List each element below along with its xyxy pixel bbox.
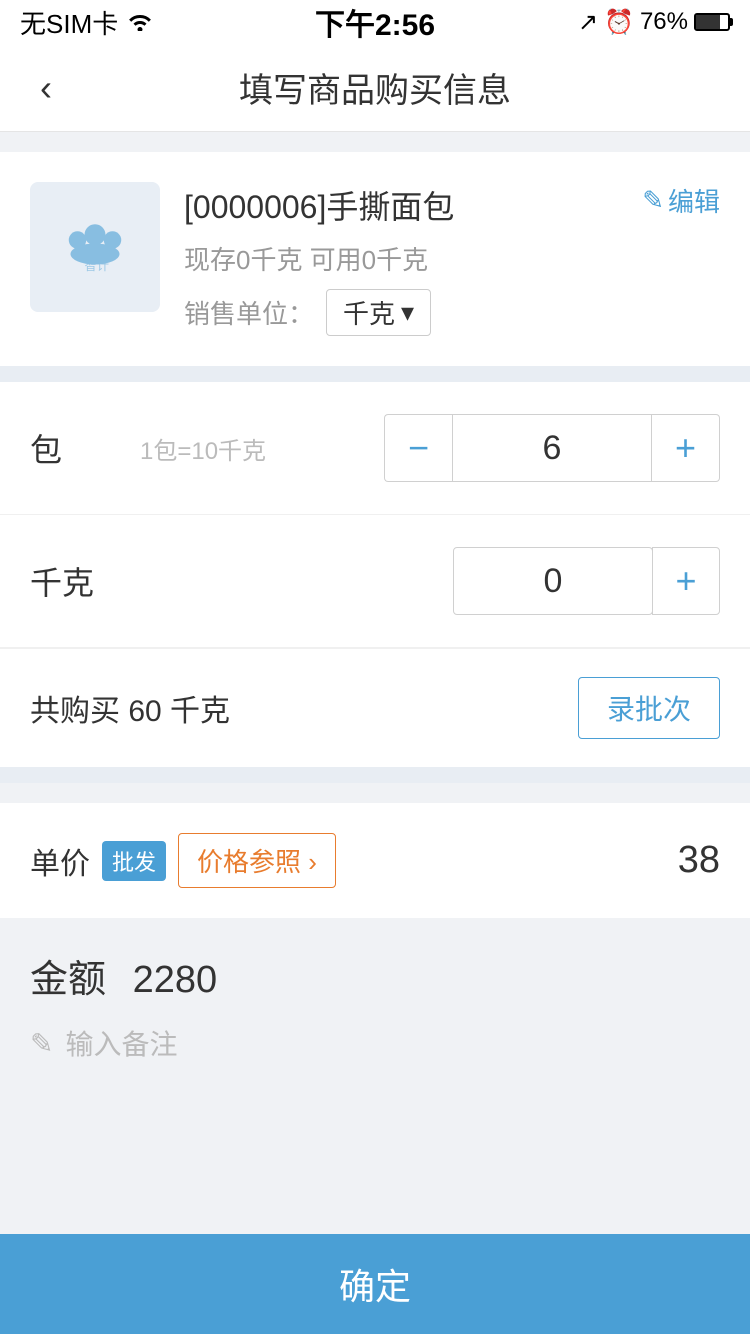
product-stock: 现存0千克 可用0千克	[184, 240, 720, 277]
separator-2	[0, 767, 750, 783]
package-input[interactable]	[452, 414, 652, 482]
package-row: 包 1包=10千克 − +	[0, 382, 750, 515]
kg-input[interactable]	[453, 547, 653, 615]
product-name: [0000006]手撕面包	[184, 182, 454, 228]
status-time: 下午2:56	[315, 0, 435, 44]
unit-value: 千克	[343, 294, 395, 331]
edit-label: 编辑	[668, 182, 720, 219]
price-label: 单价 批发 价格参照 ›	[30, 833, 336, 888]
package-controls: − +	[384, 414, 720, 482]
amount-row: 金额 2280	[30, 948, 720, 1003]
package-sublabel: 1包=10千克	[140, 431, 266, 466]
amount-value: 2280	[133, 959, 218, 1001]
status-right: ↗ ⏰ 76%	[578, 8, 730, 37]
kg-label: 千克	[30, 558, 130, 604]
unit-label: 销售单位：	[184, 294, 314, 331]
price-badge: 批发	[102, 841, 166, 881]
nav-bar: ‹ 填写商品购买信息	[0, 44, 750, 132]
package-section: 包 1包=10千克 − + 千克 + 共购买 60 千克 录批次	[0, 382, 750, 767]
back-button[interactable]: ‹	[30, 57, 62, 119]
total-text: 共购买 60 千克	[30, 686, 230, 730]
kg-row: 千克 +	[0, 515, 750, 648]
package-label: 包	[30, 425, 130, 471]
separator-1	[0, 366, 750, 382]
alarm-icon: ⏰	[604, 8, 634, 37]
price-section: 单价 批发 价格参照 › 38	[0, 803, 750, 918]
battery-label: 76%	[640, 8, 688, 36]
status-bar: 无SIM卡 下午2:56 ↗ ⏰ 76%	[0, 0, 750, 44]
total-row: 共购买 60 千克 录批次	[0, 648, 750, 767]
amount-section: 金额 2280 ✎ 输入备注	[0, 918, 750, 1093]
location-icon: ↗	[578, 8, 598, 37]
confirm-label: 确定	[339, 1258, 411, 1310]
battery-icon	[694, 13, 730, 31]
unit-select[interactable]: 千克 ▾	[326, 289, 431, 336]
package-minus-button[interactable]: −	[384, 414, 452, 482]
carrier-label: 无SIM卡	[20, 4, 118, 41]
kg-controls: +	[453, 547, 720, 615]
product-unit-row: 销售单位： 千克 ▾	[184, 289, 720, 336]
product-info: [0000006]手撕面包 ✎ 编辑 现存0千克 可用0千克 销售单位： 千克 …	[184, 182, 720, 336]
chevron-down-icon: ▾	[401, 297, 414, 328]
spacer	[0, 1093, 750, 1234]
product-image: 智计	[30, 182, 160, 312]
svg-text:智计: 智计	[85, 258, 110, 273]
status-left: 无SIM卡	[20, 4, 154, 41]
kg-plus-button[interactable]: +	[652, 547, 720, 615]
amount-label: 金额	[30, 959, 106, 1001]
confirm-button[interactable]: 确定	[0, 1234, 750, 1334]
note-row[interactable]: ✎ 输入备注	[30, 1023, 720, 1063]
price-text: 单价	[30, 839, 90, 883]
price-ref-button[interactable]: 价格参照 ›	[178, 833, 336, 888]
page-title: 填写商品购买信息	[239, 63, 511, 112]
package-plus-button[interactable]: +	[652, 414, 720, 482]
note-placeholder: 输入备注	[65, 1023, 177, 1063]
price-value: 38	[678, 839, 720, 882]
edit-icon: ✎	[642, 185, 664, 216]
note-icon: ✎	[30, 1027, 53, 1060]
wifi-icon	[126, 7, 154, 38]
batch-button[interactable]: 录批次	[578, 677, 720, 739]
edit-button[interactable]: ✎ 编辑	[642, 182, 720, 219]
product-card: 智计 [0000006]手撕面包 ✎ 编辑 现存0千克 可用0千克 销售单位： …	[0, 152, 750, 366]
